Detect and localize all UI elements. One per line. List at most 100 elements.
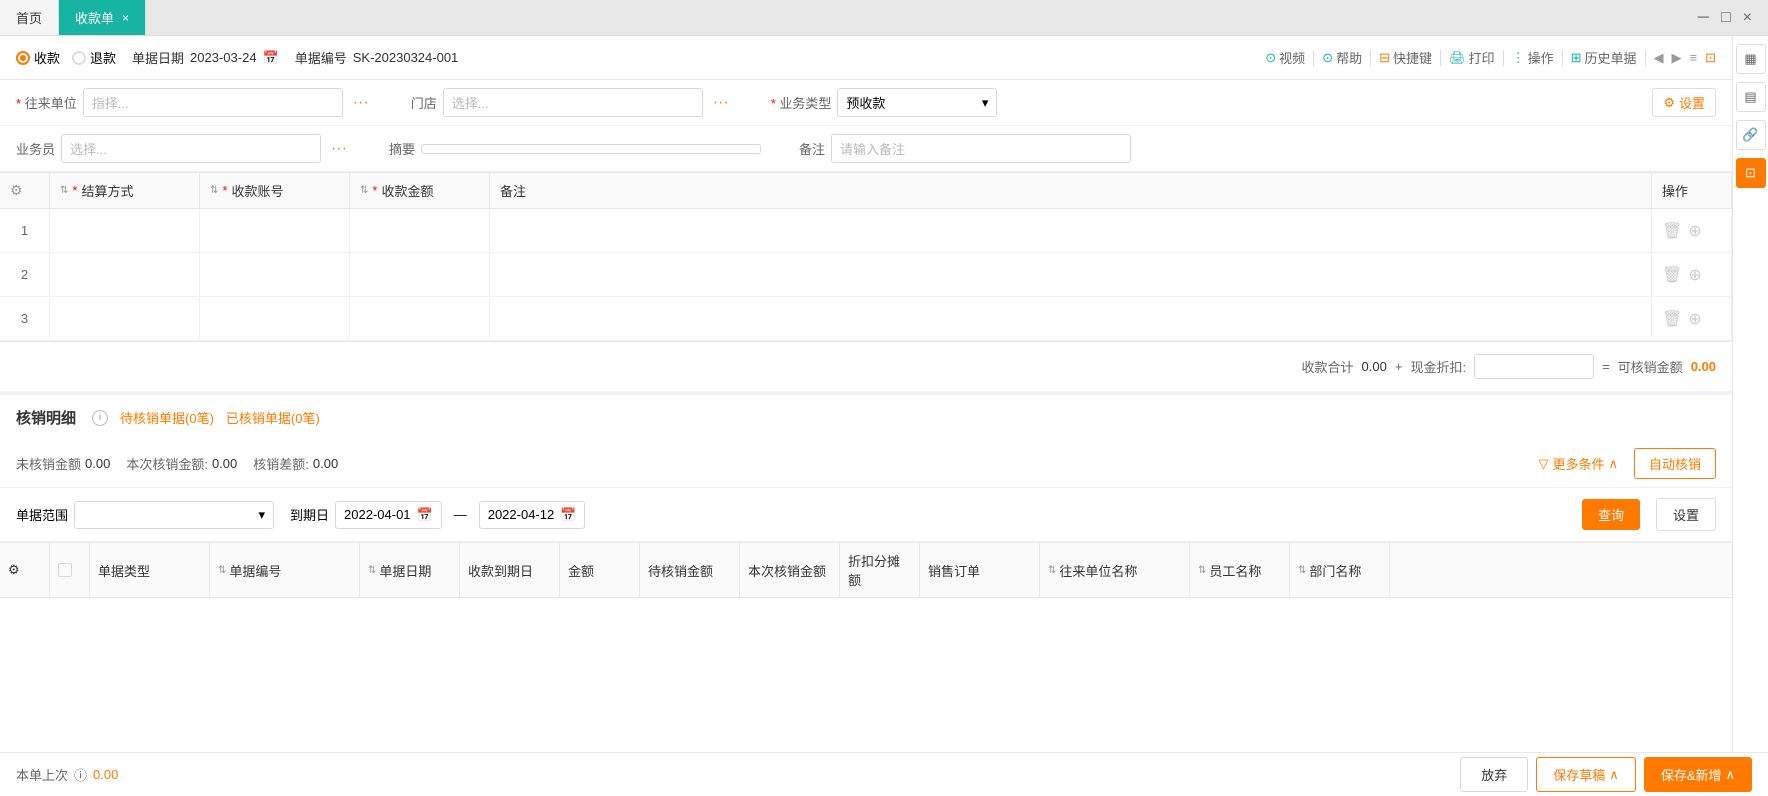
sidebar-scan-btn[interactable]: ⊡ [1736,158,1766,188]
row-1-account[interactable] [200,209,350,252]
calendar-icon-from: 📅 [417,507,433,523]
gear-icon: ⚙ [1663,95,1675,111]
radio-receipt-label: 收款 [34,48,60,67]
row-2-delete-icon[interactable]: 🗑 [1662,265,1682,285]
row-1-copy-icon[interactable]: ⊕ [1688,221,1701,241]
table-settings-btn[interactable]: 设置 [1656,498,1716,531]
done-tab[interactable]: 已核销单据(0笔) [226,408,320,427]
divider-3 [1440,50,1441,66]
row-2-amount[interactable] [350,253,490,296]
nav-prev[interactable]: ◀ [1654,50,1664,66]
auto-reconcile-btn[interactable]: 自动核销 [1634,448,1716,479]
row-1-remark[interactable] [490,209,1652,252]
radio-receipt[interactable]: 收款 [16,48,60,67]
bottom-th-type: 单据类型 [90,543,210,597]
row-2-account[interactable] [200,253,350,296]
divider-5 [1562,50,1563,66]
th-account: ⇅ * 收款账号 [200,173,350,208]
print-button[interactable]: 🖨 打印 [1449,48,1495,67]
abandon-button[interactable]: 放弃 [1460,757,1528,792]
radio-refund[interactable]: 退款 [72,48,116,67]
close-button[interactable]: × [1743,9,1752,27]
help-button[interactable]: ⊙ 帮助 [1322,48,1362,67]
bottom-th-settings[interactable]: ⚙ [0,543,50,597]
tab-home[interactable]: 首页 [0,0,59,35]
sort-icon-staff: ⇅ [1198,565,1206,576]
range-select[interactable]: ▾ [74,501,274,529]
history-icon: ⊞ [1571,50,1582,66]
operation-button[interactable]: ⋮ 操作 [1512,48,1554,67]
counterpart-label: * 往来单位 [16,93,77,112]
counterpart-more-btn[interactable]: ··· [349,94,373,112]
more-conditions-btn[interactable]: ▽ 更多条件 ∧ [1538,454,1618,473]
row-2-copy-icon[interactable]: ⊕ [1688,265,1701,285]
save-draft-button[interactable]: 保存草稿 ∧ [1536,757,1636,792]
save-new-button[interactable]: 保存&新增 ∧ [1644,757,1752,792]
row-3-copy-icon[interactable]: ⊕ [1688,309,1701,329]
shortcut-button[interactable]: ⊟ 快捷键 [1379,48,1432,67]
remark-input[interactable]: 请输入备注 [831,134,1131,163]
business-type-select[interactable]: 预收款 ▾ [837,88,997,117]
tab-receipt[interactable]: 收款单 × [59,0,146,35]
staff-label: 业务员 [16,139,55,158]
video-button[interactable]: ⊙ 视频 [1265,48,1305,67]
select-all-checkbox[interactable] [58,563,72,577]
maximize-button[interactable]: □ [1721,9,1731,27]
table-settings-icon[interactable]: ⚙ [10,182,23,199]
date-to-input[interactable]: 2022-04-12 📅 [479,501,586,529]
current-stat: 本次核销金额: 0.00 [126,454,237,473]
chevron-up-icon: ∧ [1608,456,1618,472]
settings-button[interactable]: ⚙ 设置 [1652,88,1716,117]
operation-label: 操作 [1528,48,1554,67]
date-from-input[interactable]: 2022-04-01 📅 [335,501,442,529]
main-content: 收款 退款 单据日期 2023-03-24 📅 单据编号 SK-20230324… [0,36,1768,796]
tab-close-icon[interactable]: × [122,11,129,25]
row-3-no: 3 [0,297,50,340]
th-settle: ⇅ * 结算方式 [50,173,200,208]
store-input[interactable]: 选择... [443,88,703,117]
tab-bar: 首页 收款单 × ─ □ × [0,0,1768,36]
footer-note-label: 本单上次 [16,765,68,784]
staff-more-btn[interactable]: ··· [327,140,351,158]
row-3-amount[interactable] [350,297,490,340]
store-label: 门店 [411,93,437,112]
tab-home-label: 首页 [16,8,42,27]
sort-icon-date: ⇅ [368,565,376,576]
sidebar-link-btn[interactable]: 🔗 [1736,120,1766,150]
row-3-remark[interactable] [490,297,1652,340]
layout-icon[interactable]: ⊡ [1705,50,1716,66]
row-1-amount[interactable] [350,209,490,252]
pending-tab[interactable]: 待核销单据(0笔) [120,408,214,427]
summary-input[interactable] [421,144,761,154]
row-2-settle[interactable] [50,253,200,296]
bottom-gear-icon[interactable]: ⚙ [8,562,20,578]
store-more-btn[interactable]: ··· [709,94,733,112]
grid-icon[interactable]: ≡ [1690,50,1698,65]
sidebar-doc-btn[interactable]: ▤ [1736,82,1766,112]
row-3-account[interactable] [200,297,350,340]
row-3-settle[interactable] [50,297,200,340]
th-settings[interactable]: ⚙ [0,173,50,208]
row-3-delete-icon[interactable]: 🗑 [1662,309,1682,329]
row-1-delete-icon[interactable]: 🗑 [1662,221,1682,241]
row-1-settle[interactable] [50,209,200,252]
nav-next[interactable]: ▶ [1672,50,1682,66]
footer-note-value: 0.00 [93,767,118,782]
footer-actions: 放弃 保存草稿 ∧ 保存&新增 ∧ [1460,757,1752,792]
sidebar-table-btn[interactable]: ▦ [1736,44,1766,74]
bottom-th-checkbox[interactable] [50,543,90,597]
top-toolbar: 收款 退款 单据日期 2023-03-24 📅 单据编号 SK-20230324… [0,36,1732,80]
business-type-label: * 业务类型 [771,93,832,112]
history-button[interactable]: ⊞ 历史单据 [1571,48,1637,67]
divider-4 [1503,50,1504,66]
discount-input[interactable] [1474,354,1594,379]
staff-input[interactable]: 选择... [61,134,321,163]
minimize-button[interactable]: ─ [1698,9,1709,27]
query-button[interactable]: 查询 [1582,499,1640,530]
row-2-remark[interactable] [490,253,1652,296]
row-3-actions: 🗑 ⊕ [1652,297,1732,340]
sort-icon-dept: ⇅ [1298,565,1306,576]
print-icon: 🖨 [1449,50,1466,66]
calendar-icon[interactable]: 📅 [263,50,279,66]
counterpart-input[interactable]: 指择... [83,88,343,117]
